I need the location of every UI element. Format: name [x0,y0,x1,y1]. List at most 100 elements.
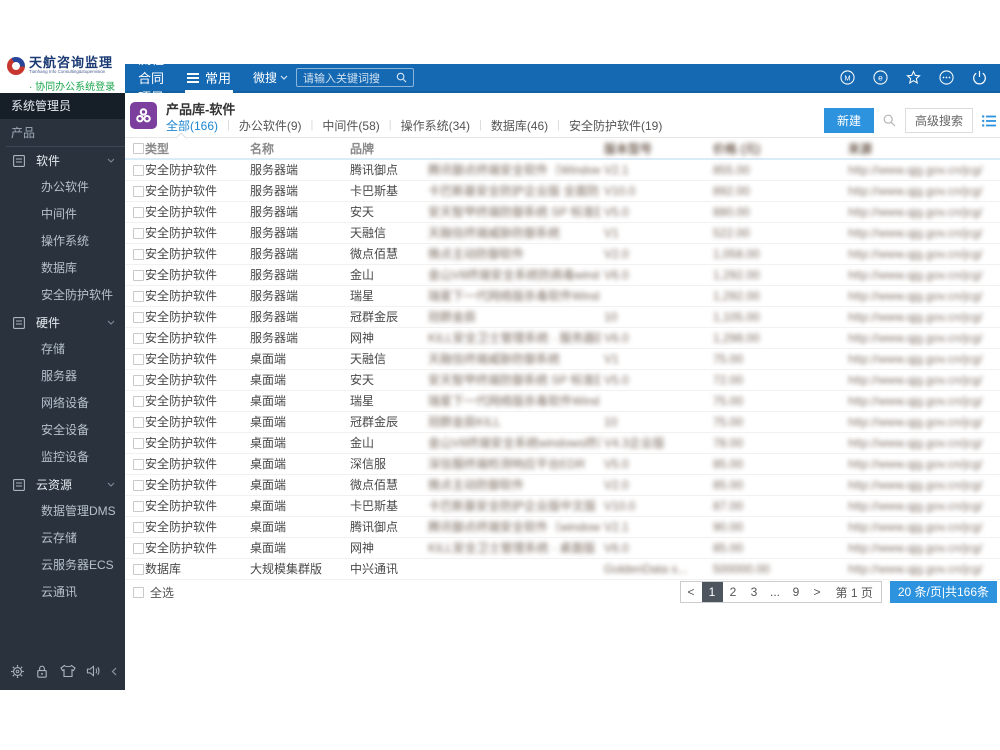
cell-version: V1 [600,348,708,370]
header-checkbox[interactable] [133,143,144,155]
pager-page[interactable]: 2 [723,582,744,602]
more-options-icon[interactable] [938,70,954,86]
sidebar-item[interactable]: 数据库 [0,255,125,282]
lock-icon[interactable] [35,664,49,679]
row-checkbox[interactable] [133,521,144,533]
row-checkbox[interactable] [133,185,144,197]
pager-page[interactable]: 3 [744,582,765,602]
nav-item[interactable]: 门户 [125,30,177,49]
table-search-icon[interactable] [883,114,896,127]
oa-login-link[interactable]: · 协同办公系统登录 [29,78,125,93]
nav-item[interactable]: 合同 [125,68,177,87]
wesearch-label: 微搜 [253,71,278,85]
pager-next[interactable]: > [807,582,828,602]
sidebar-section[interactable]: 云资源 [0,471,125,498]
sidebar-item[interactable]: 云通讯 [0,579,125,606]
global-search-input[interactable]: 请输入关键词搜 [296,68,415,87]
nav-item[interactable]: 流程 [125,49,177,68]
settings-gear-icon[interactable] [10,664,25,679]
cell-brand: 网神 [350,537,428,559]
sound-speaker-icon[interactable] [86,664,101,678]
pager-page[interactable]: 1 [701,582,723,602]
pager-prev[interactable]: < [681,582,702,602]
power-logout-icon[interactable] [971,70,987,86]
row-checkbox[interactable] [133,374,144,386]
advanced-search-button[interactable]: 高级搜索 [904,108,973,133]
cell-version: 10 [600,411,708,433]
cell-type: 安全防护软件 [145,222,250,244]
row-checkbox[interactable] [133,542,144,554]
top-navbar: 门户流程合同项目人事 常用 微搜 请输入关键词搜 M e [125,33,1000,124]
row-checkbox[interactable] [133,353,144,365]
product-library-icon [130,102,157,129]
sidebar-section[interactable]: 软件 [0,147,125,174]
select-all-checkbox[interactable] [133,586,144,598]
sidebar-item[interactable]: 操作系统 [0,228,125,255]
collapse-chevron-icon[interactable] [111,667,117,676]
favorites-star-icon[interactable] [905,70,921,86]
sidebar-section-label: 软件 [36,154,61,168]
row-checkbox[interactable] [133,500,144,512]
row-checkbox[interactable] [133,479,144,491]
sidebar-item[interactable]: 网络设备 [0,390,125,417]
sidebar-item[interactable]: 办公软件 [0,174,125,201]
row-checkbox[interactable] [133,458,144,470]
cell-source-url: http://www.qjg.gov.cn/jcg/ [848,306,1000,328]
sidebar-module-product[interactable]: 产品 [0,119,125,146]
m-badge-icon[interactable]: M [839,70,855,86]
theme-shirt-icon[interactable] [59,664,76,678]
sidebar-section[interactable]: 硬件 [0,309,125,336]
cell-price: 1,298.00 [708,327,848,349]
toolbar: 新建 高级搜索 [823,108,996,133]
row-checkbox[interactable] [133,437,144,449]
row-checkbox[interactable] [133,165,144,177]
row-checkbox[interactable] [133,563,144,575]
sidebar-item[interactable]: 安全防护软件 [0,282,125,309]
sidebar-item[interactable]: 服务器 [0,363,125,390]
message-icon[interactable]: e [872,70,888,86]
row-checkbox[interactable] [133,248,144,260]
sidebar-item[interactable]: 安全设备 [0,417,125,444]
row-checkbox[interactable] [133,269,144,281]
cell-price: 72.00 [708,369,848,391]
nav-item-pinned[interactable]: 常用 [177,64,241,93]
tab-category[interactable]: 中间件(58) [313,117,388,134]
cell-source-url: http://www.qjg.gov.cn/jcg/ [848,159,1000,181]
sidebar-item[interactable]: 云服务器ECS [0,552,125,579]
wesearch-dropdown[interactable]: 微搜 [253,69,288,86]
sidebar-item[interactable]: 监控设备 [0,444,125,471]
list-view-icon[interactable] [982,114,996,127]
pager-ellipsis[interactable]: ... [765,582,786,602]
cell-type: 安全防护软件 [145,390,250,412]
sidebar-item[interactable]: 中间件 [0,201,125,228]
col-header-name: 名称 [250,138,350,160]
row-checkbox-cell [125,348,145,370]
row-checkbox[interactable] [133,227,144,239]
tab-category[interactable]: 操作系统(34) [392,117,479,134]
cell-desc: 微点主动防御软件 [428,243,600,265]
select-all-label: 全选 [150,585,175,600]
table-row: 安全防护软件 桌面端 微点佰慧 微点主动防御软件 V2.0 85.00 http://www… [125,474,1000,496]
sidebar-item[interactable]: 存储 [0,336,125,363]
cell-name: 大规模集群版 [250,558,350,580]
row-checkbox[interactable] [133,290,144,302]
new-button[interactable]: 新建 [823,108,874,133]
row-checkbox-cell [125,495,145,517]
cell-source-url: http://www.qjg.gov.cn/jcg/ [848,285,1000,307]
row-checkbox[interactable] [133,332,144,344]
sidebar-item[interactable]: 云存储 [0,525,125,552]
cell-source-url: http://www.qjg.gov.cn/jcg/ [848,348,1000,370]
tab-category[interactable]: 数据库(46) [482,117,557,134]
cell-name: 桌面端 [250,516,350,538]
tab-category[interactable]: 全部(166) [166,117,227,134]
row-checkbox[interactable] [133,416,144,428]
page-size-badge[interactable]: 20 条/页|共166条 [889,581,997,603]
row-checkbox[interactable] [133,395,144,407]
cell-desc: 微点主动防御软件 [428,474,600,496]
tab-category[interactable]: 办公软件(9) [230,117,311,134]
pager-page[interactable]: 9 [786,582,807,602]
row-checkbox[interactable] [133,206,144,218]
row-checkbox[interactable] [133,311,144,323]
tab-category[interactable]: 安全防护软件(19) [560,117,671,134]
sidebar-item[interactable]: 数据管理DMS [0,498,125,525]
